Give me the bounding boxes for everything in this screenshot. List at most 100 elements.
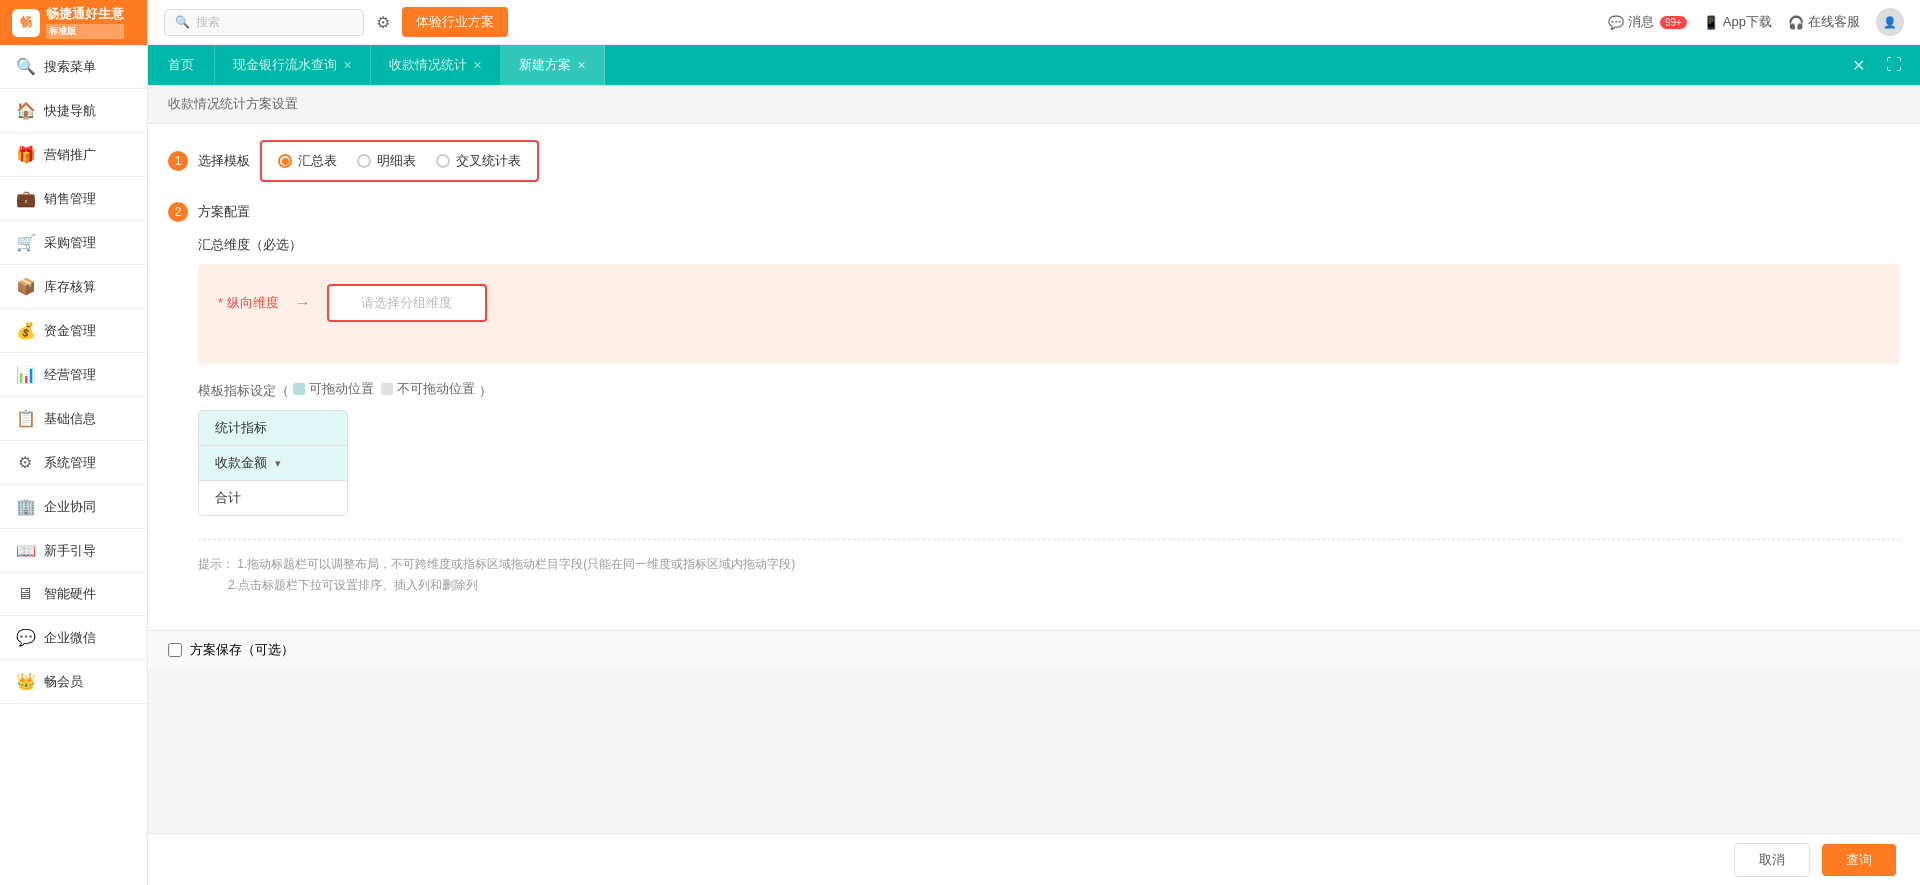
sidebar-item-label: 企业微信	[44, 629, 96, 647]
tab-bank-flow-label: 现金银行流水查询	[233, 56, 337, 74]
sidebar-item-label: 营销推广	[44, 146, 96, 164]
basic-info-icon: 📋	[16, 409, 34, 428]
tips-section: 提示： 1.拖动标题栏可以调整布局，不可跨维度或指标区域拖动栏目字段(只能在同一…	[198, 539, 1900, 594]
section-num-2: 2	[168, 202, 188, 222]
download-item[interactable]: 📱 App下载	[1703, 13, 1772, 31]
tabs-bar: 首页 现金银行流水查询 ✕ 收款情况统计 ✕ 新建方案 ✕ ✕ ⛶	[148, 45, 1920, 85]
indicator-header: 模板指标设定（ 可拖动位置 不可拖动位置 ）	[198, 380, 1900, 400]
sidebar-item-label: 销售管理	[44, 190, 96, 208]
sidebar-item-guide[interactable]: 📖 新手引导	[0, 529, 147, 573]
search-menu-icon: 🔍	[16, 57, 34, 76]
sidebar-item-system[interactable]: ⚙ 系统管理	[0, 441, 147, 485]
sidebar-item-hardware[interactable]: 🖥 智能硬件	[0, 573, 147, 616]
finance-icon: 💰	[16, 321, 34, 340]
dimension-label: 汇总维度（必选）	[198, 236, 1900, 254]
sidebar-item-member[interactable]: 👑 畅会员	[0, 660, 147, 704]
topbar-search[interactable]: 🔍 搜索	[164, 9, 364, 36]
dimension-placeholder[interactable]: 请选择分组维度	[327, 284, 487, 322]
dimension-area: * 纵向维度 → 请选择分组维度	[198, 264, 1900, 364]
sidebar-item-quick-nav[interactable]: 🏠 快捷导航	[0, 89, 147, 133]
system-icon: ⚙	[16, 453, 34, 472]
sidebar-item-wechat[interactable]: 💬 企业微信	[0, 616, 147, 660]
tip-text-1: 1.拖动标题栏可以调整布局，不可跨维度或指标区域拖动栏目字段(只能在同一维度或指…	[237, 557, 795, 571]
sidebar-item-search-menu[interactable]: 🔍 搜索菜单	[0, 45, 147, 89]
radio-summary-circle	[278, 154, 292, 168]
tab-close-all-button[interactable]: ✕	[1844, 51, 1872, 79]
tip-text-2: 2.点击标题栏下拉可设置排序、插入列和删除列	[228, 578, 478, 592]
indicator-dropdown-icon[interactable]: ▾	[275, 457, 281, 470]
bottom-bar: 取消 查询	[148, 833, 1920, 885]
enterprise-icon: 🏢	[16, 497, 34, 516]
sidebar-item-label: 快捷导航	[44, 102, 96, 120]
tab-close-icon[interactable]: ✕	[473, 59, 482, 72]
indicator-table: 统计指标 收款金额 ▾ 合计	[198, 410, 348, 516]
radio-detail-circle	[357, 154, 371, 168]
indicator-amount-label: 收款金额	[215, 454, 267, 472]
arrow-icon: →	[295, 294, 311, 312]
sidebar-logo-title: 畅捷通好生意	[46, 6, 124, 22]
dimension-area-container: 汇总维度（必选） * 纵向维度 → 请选择分组维度 模板指标设定（	[198, 236, 1900, 594]
member-icon: 👑	[16, 672, 34, 691]
sidebar-item-operations[interactable]: 📊 经营管理	[0, 353, 147, 397]
query-button[interactable]: 查询	[1822, 844, 1896, 876]
radio-crosstab[interactable]: 交叉统计表	[436, 152, 521, 170]
download-icon: 📱	[1703, 15, 1719, 30]
sidebar-item-finance[interactable]: 💰 资金管理	[0, 309, 147, 353]
sidebar-item-inventory[interactable]: 📦 库存核算	[0, 265, 147, 309]
tab-new-plan[interactable]: 新建方案 ✕	[501, 45, 605, 85]
quick-nav-icon: 🏠	[16, 101, 34, 120]
sidebar-item-label: 企业协同	[44, 498, 96, 516]
topbar-right: 💬 消息 99+ 📱 App下载 🎧 在线客服 👤	[1608, 8, 1904, 36]
sidebar-item-purchase[interactable]: 🛒 采购管理	[0, 221, 147, 265]
tab-expand-button[interactable]: ⛶	[1880, 51, 1908, 79]
notification-label: 消息	[1628, 13, 1654, 31]
radio-summary[interactable]: 汇总表	[278, 152, 337, 170]
tab-bank-flow[interactable]: 现金银行流水查询 ✕	[215, 45, 371, 85]
sales-icon: 💼	[16, 189, 34, 208]
tab-close-icon[interactable]: ✕	[343, 59, 352, 72]
wechat-icon: 💬	[16, 628, 34, 647]
sidebar-item-enterprise[interactable]: 🏢 企业协同	[0, 485, 147, 529]
indicator-total-label: 合计	[215, 490, 241, 505]
tab-home[interactable]: 首页	[148, 45, 215, 85]
inventory-icon: 📦	[16, 277, 34, 296]
cancel-button[interactable]: 取消	[1734, 843, 1810, 877]
tab-receipts-stats[interactable]: 收款情况统计 ✕	[371, 45, 501, 85]
tab-close-icon[interactable]: ✕	[577, 59, 586, 72]
user-avatar[interactable]: 👤	[1876, 8, 1904, 36]
config-section-header: 2 方案配置	[168, 202, 1900, 222]
template-section-header: 1 选择模板 汇总表 明细表	[168, 140, 1900, 182]
save-plan-checkbox[interactable]	[168, 643, 182, 657]
indicator-row-amount[interactable]: 收款金额 ▾	[199, 446, 347, 481]
sidebar-item-basic-info[interactable]: 📋 基础信息	[0, 397, 147, 441]
settings-icon[interactable]: ⚙	[376, 13, 390, 32]
tabs-right-actions: ✕ ⛶	[1844, 51, 1920, 79]
sidebar-item-marketing[interactable]: 🎁 营销推广	[0, 133, 147, 177]
trial-button[interactable]: 体验行业方案	[402, 7, 508, 37]
search-placeholder-text: 搜索	[196, 14, 220, 31]
indicator-table-header: 统计指标	[199, 411, 347, 446]
radio-summary-label: 汇总表	[298, 152, 337, 170]
sidebar-item-sales[interactable]: 💼 销售管理	[0, 177, 147, 221]
fixed-legend-dot	[381, 383, 393, 395]
save-plan-label: 方案保存（可选）	[190, 641, 294, 659]
radio-detail-label: 明细表	[377, 152, 416, 170]
template-section: 1 选择模板 汇总表 明细表	[168, 140, 1900, 182]
purchase-icon: 🛒	[16, 233, 34, 252]
radio-detail[interactable]: 明细表	[357, 152, 416, 170]
sidebar-item-label: 资金管理	[44, 322, 96, 340]
marketing-icon: 🎁	[16, 145, 34, 164]
row-dimension-label: * 纵向维度	[218, 294, 279, 312]
support-item[interactable]: 🎧 在线客服	[1788, 13, 1860, 31]
guide-icon: 📖	[16, 541, 34, 560]
sidebar: 畅 畅捷通好生意 标准版 🔍 搜索菜单 🏠 快捷导航 🎁 营销推广 💼 销售管理…	[0, 0, 148, 885]
tab-home-label: 首页	[168, 56, 194, 74]
notification-item[interactable]: 💬 消息 99+	[1608, 13, 1687, 31]
indicator-settings-label: 模板指标设定（ 可拖动位置 不可拖动位置 ）	[198, 380, 492, 400]
topbar: 🔍 搜索 ⚙ 体验行业方案 💬 消息 99+ 📱 App下载 🎧 在线客服 👤	[148, 0, 1920, 45]
tips-title: 提示：	[198, 557, 234, 571]
sidebar-item-label: 畅会员	[44, 673, 83, 691]
sidebar-logo: 畅 畅捷通好生意 标准版	[0, 0, 147, 45]
indicator-row-total: 合计	[199, 481, 347, 515]
sidebar-item-label: 采购管理	[44, 234, 96, 252]
